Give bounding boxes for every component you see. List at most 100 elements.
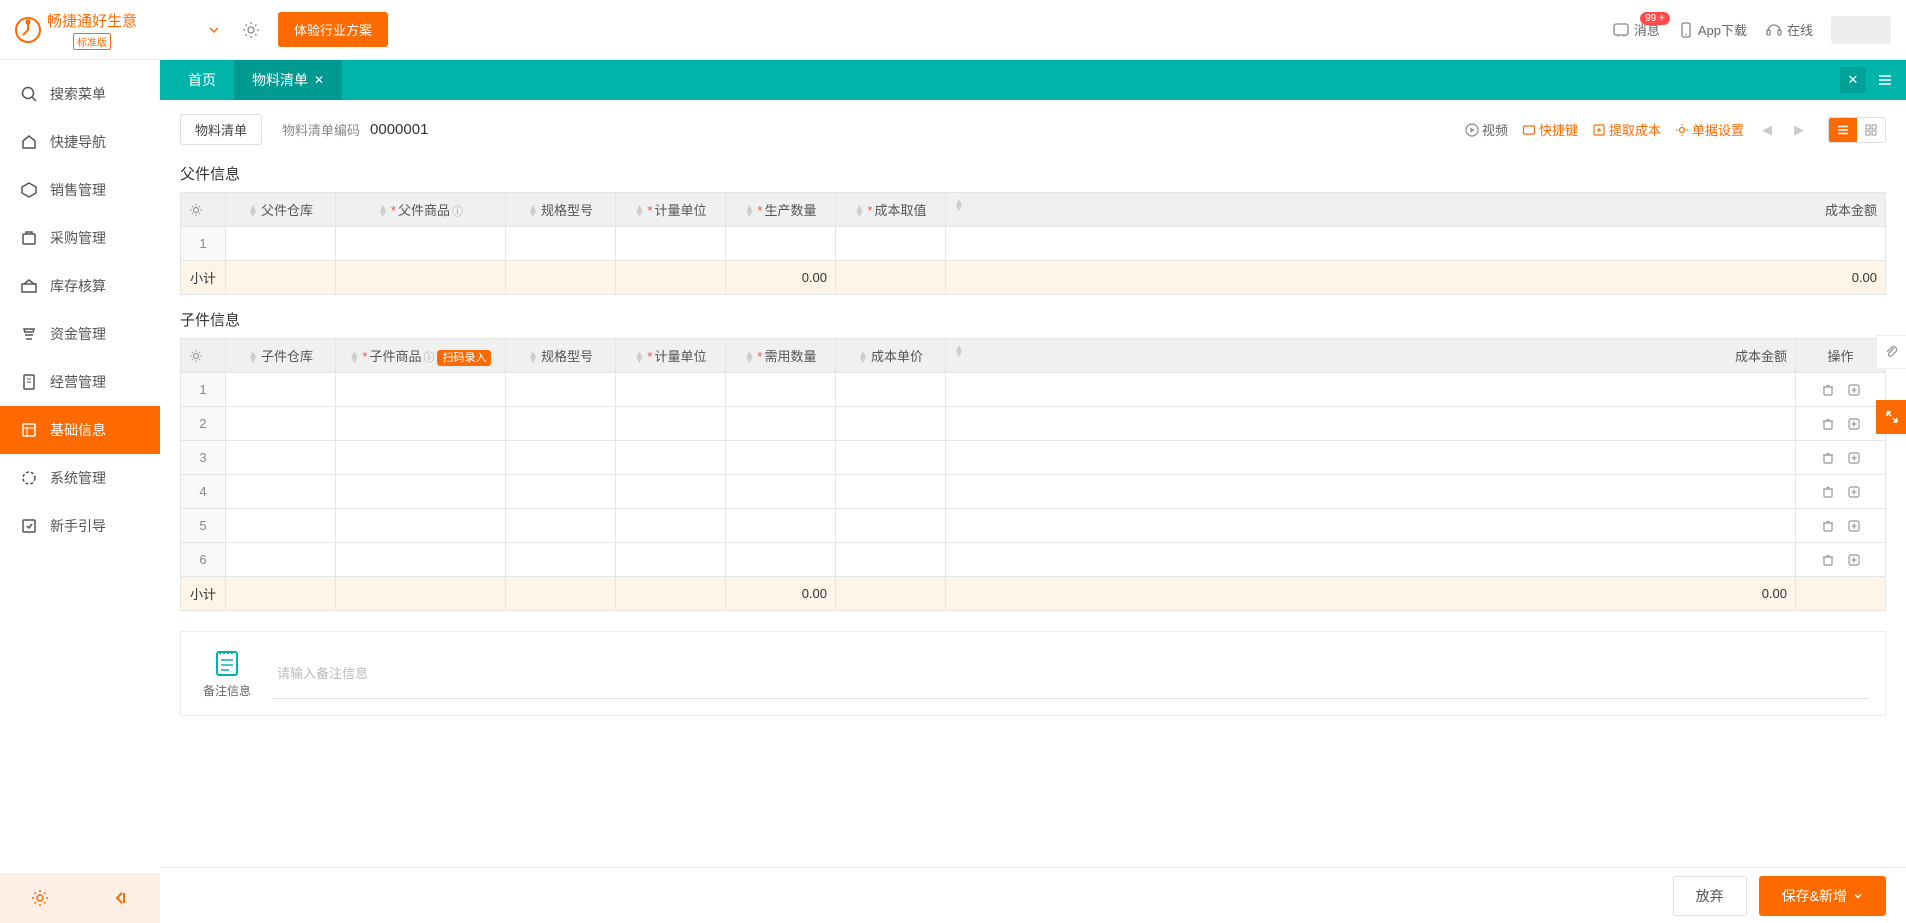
sidebar-collapse-icon[interactable] — [111, 889, 129, 907]
child-row[interactable]: 4 — [181, 475, 1886, 509]
app-download-label: App下载 — [1698, 20, 1747, 39]
logo-subtitle: 标准版 — [73, 33, 111, 50]
company-selector[interactable] — [190, 20, 228, 40]
child-col-product[interactable]: ▲▼*子件商品ⓘ扫码录入 — [336, 339, 506, 373]
sidebar-item-0[interactable]: 搜索菜单 — [0, 70, 160, 118]
add-row-icon[interactable] — [1847, 417, 1861, 431]
parent-section: 父件信息 ▲▼父件仓库 ▲▼*父件商品ⓘ ▲▼规格型号 ▲▼*计量单位 ▲▼*生… — [160, 155, 1906, 295]
doc-settings-link[interactable]: 单据设置 — [1675, 120, 1744, 139]
view-list-icon[interactable] — [1829, 118, 1857, 142]
help-icon[interactable]: ⓘ — [452, 206, 463, 218]
delete-row-icon[interactable] — [1821, 519, 1835, 533]
tab-home[interactable]: 首页 — [170, 60, 234, 100]
video-link[interactable]: 视频 — [1465, 120, 1508, 139]
form-type-tab[interactable]: 物料清单 — [180, 114, 262, 145]
attachment-widget[interactable] — [1876, 335, 1906, 369]
child-qty-total: 0.00 — [726, 577, 836, 611]
tab-bom[interactable]: 物料清单 ✕ — [234, 60, 342, 100]
help-icon[interactable]: ⓘ — [423, 352, 434, 364]
extract-cost-link[interactable]: 提取成本 — [1592, 120, 1661, 139]
child-section-title: 子件信息 — [180, 309, 1886, 330]
parent-gear-header[interactable] — [181, 193, 226, 227]
add-row-icon[interactable] — [1847, 383, 1861, 397]
remark-input[interactable] — [273, 648, 1869, 699]
user-avatar[interactable] — [1831, 16, 1891, 44]
sidebar-item-3[interactable]: 采购管理 — [0, 214, 160, 262]
delete-row-icon[interactable] — [1821, 383, 1835, 397]
add-row-icon[interactable] — [1847, 519, 1861, 533]
sidebar-item-6[interactable]: 经营管理 — [0, 358, 160, 406]
add-row-icon[interactable] — [1847, 553, 1861, 567]
remark-icon — [212, 648, 242, 678]
delete-row-icon[interactable] — [1821, 417, 1835, 431]
parent-col-warehouse[interactable]: ▲▼父件仓库 — [226, 193, 336, 227]
sidebar-item-4[interactable]: 库存核算 — [0, 262, 160, 310]
save-add-button[interactable]: 保存&新增 — [1759, 876, 1886, 916]
child-row[interactable]: 5 — [181, 509, 1886, 543]
sidebar: 搜索菜单快捷导航销售管理采购管理库存核算资金管理经营管理基础信息系统管理新手引导 — [0, 60, 160, 923]
discard-button[interactable]: 放弃 — [1673, 876, 1747, 916]
child-row[interactable]: 1 — [181, 373, 1886, 407]
parent-col-unit[interactable]: ▲▼*计量单位 — [616, 193, 726, 227]
experience-plan-button[interactable]: 体验行业方案 — [278, 12, 388, 47]
content-header: 物料清单 物料清单编码 0000001 视频 快捷键 提取成本 — [160, 100, 1906, 155]
delete-row-icon[interactable] — [1821, 451, 1835, 465]
close-all-tabs-icon[interactable]: ✕ — [1840, 67, 1866, 93]
view-grid-icon[interactable] — [1857, 118, 1885, 142]
add-row-icon[interactable] — [1847, 451, 1861, 465]
view-toggle — [1828, 117, 1886, 143]
parent-col-cost-method[interactable]: ▲▼*成本取值 — [836, 193, 946, 227]
online-label: 在线 — [1787, 20, 1813, 39]
child-row[interactable]: 2 — [181, 407, 1886, 441]
sidebar-item-1[interactable]: 快捷导航 — [0, 118, 160, 166]
parent-col-spec[interactable]: ▲▼规格型号 — [506, 193, 616, 227]
sidebar-item-9[interactable]: 新手引导 — [0, 502, 160, 550]
child-col-price[interactable]: ▲▼成本单价 — [836, 339, 946, 373]
add-row-icon[interactable] — [1847, 485, 1861, 499]
prev-doc-icon[interactable]: ◀ — [1758, 122, 1776, 138]
child-subtotal-row: 小计0.000.00 — [181, 577, 1886, 611]
child-col-op: 操作 — [1796, 339, 1886, 373]
child-col-unit[interactable]: ▲▼*计量单位 — [616, 339, 726, 373]
online-support-link[interactable]: 在线 — [1765, 20, 1813, 39]
delete-row-icon[interactable] — [1821, 553, 1835, 567]
sidebar-item-7[interactable]: 基础信息 — [0, 406, 160, 454]
child-col-warehouse[interactable]: ▲▼子件仓库 — [226, 339, 336, 373]
parent-col-cost-amount[interactable]: ▲▼成本金额 — [946, 193, 1886, 227]
sidebar-settings-icon[interactable] — [31, 889, 49, 907]
sidebar-item-2[interactable]: 销售管理 — [0, 166, 160, 214]
menu-icon — [20, 277, 38, 295]
child-section: 子件信息 ▲▼子件仓库 ▲▼*子件商品ⓘ扫码录入 ▲▼规格型号 ▲▼*计量单位 … — [160, 301, 1906, 611]
child-col-spec[interactable]: ▲▼规格型号 — [506, 339, 616, 373]
menu-icon — [20, 85, 38, 103]
child-col-amount[interactable]: ▲▼成本金额 — [946, 339, 1796, 373]
menu-icon — [20, 469, 38, 487]
sidebar-item-5[interactable]: 资金管理 — [0, 310, 160, 358]
delete-row-icon[interactable] — [1821, 485, 1835, 499]
menu-icon — [20, 421, 38, 439]
parent-col-product[interactable]: ▲▼*父件商品ⓘ — [336, 193, 506, 227]
sidebar-item-8[interactable]: 系统管理 — [0, 454, 160, 502]
child-row[interactable]: 3 — [181, 441, 1886, 475]
app-download-link[interactable]: App下载 — [1678, 20, 1747, 39]
chevron-down-icon — [208, 24, 220, 36]
messages-link[interactable]: 消息 99 + — [1612, 20, 1660, 39]
tab-menu-icon[interactable] — [1872, 67, 1898, 93]
child-amount-total: 0.00 — [946, 577, 1796, 611]
child-gear-header[interactable] — [181, 339, 226, 373]
shortcut-link[interactable]: 快捷键 — [1522, 120, 1578, 139]
expand-widget[interactable] — [1876, 400, 1906, 434]
child-table: ▲▼子件仓库 ▲▼*子件商品ⓘ扫码录入 ▲▼规格型号 ▲▼*计量单位 ▲▼*需用… — [180, 338, 1886, 611]
tab-bar: 首页 物料清单 ✕ ✕ — [160, 60, 1906, 100]
scan-input-tag[interactable]: 扫码录入 — [437, 350, 491, 366]
parent-row[interactable]: 1 — [181, 227, 1886, 261]
tab-close-icon[interactable]: ✕ — [314, 73, 324, 87]
top-header: 畅捷通好生意 标准版 体验行业方案 消息 99 + App下载 在线 — [0, 0, 1906, 60]
menu-icon — [20, 325, 38, 343]
child-row[interactable]: 6 — [181, 543, 1886, 577]
parent-col-qty[interactable]: ▲▼*生产数量 — [726, 193, 836, 227]
next-doc-icon[interactable]: ▶ — [1790, 122, 1808, 138]
settings-gear-icon[interactable] — [238, 17, 264, 43]
parent-table: ▲▼父件仓库 ▲▼*父件商品ⓘ ▲▼规格型号 ▲▼*计量单位 ▲▼*生产数量 ▲… — [180, 192, 1886, 295]
child-col-qty[interactable]: ▲▼*需用数量 — [726, 339, 836, 373]
